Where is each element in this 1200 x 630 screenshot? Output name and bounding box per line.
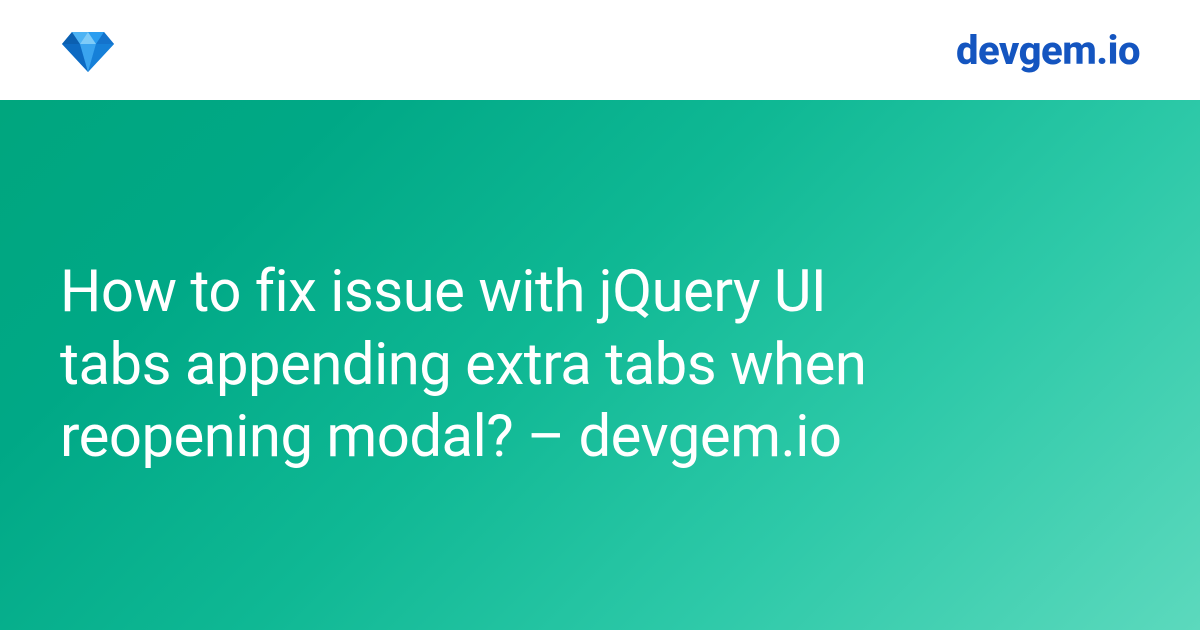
brand-name[interactable]: devgem.io (956, 27, 1140, 74)
hero-section: How to fix issue with jQuery UI tabs app… (0, 100, 1200, 630)
page-title: How to fix issue with jQuery UI tabs app… (60, 256, 930, 474)
header-bar: devgem.io (0, 0, 1200, 100)
gem-icon (60, 26, 116, 74)
